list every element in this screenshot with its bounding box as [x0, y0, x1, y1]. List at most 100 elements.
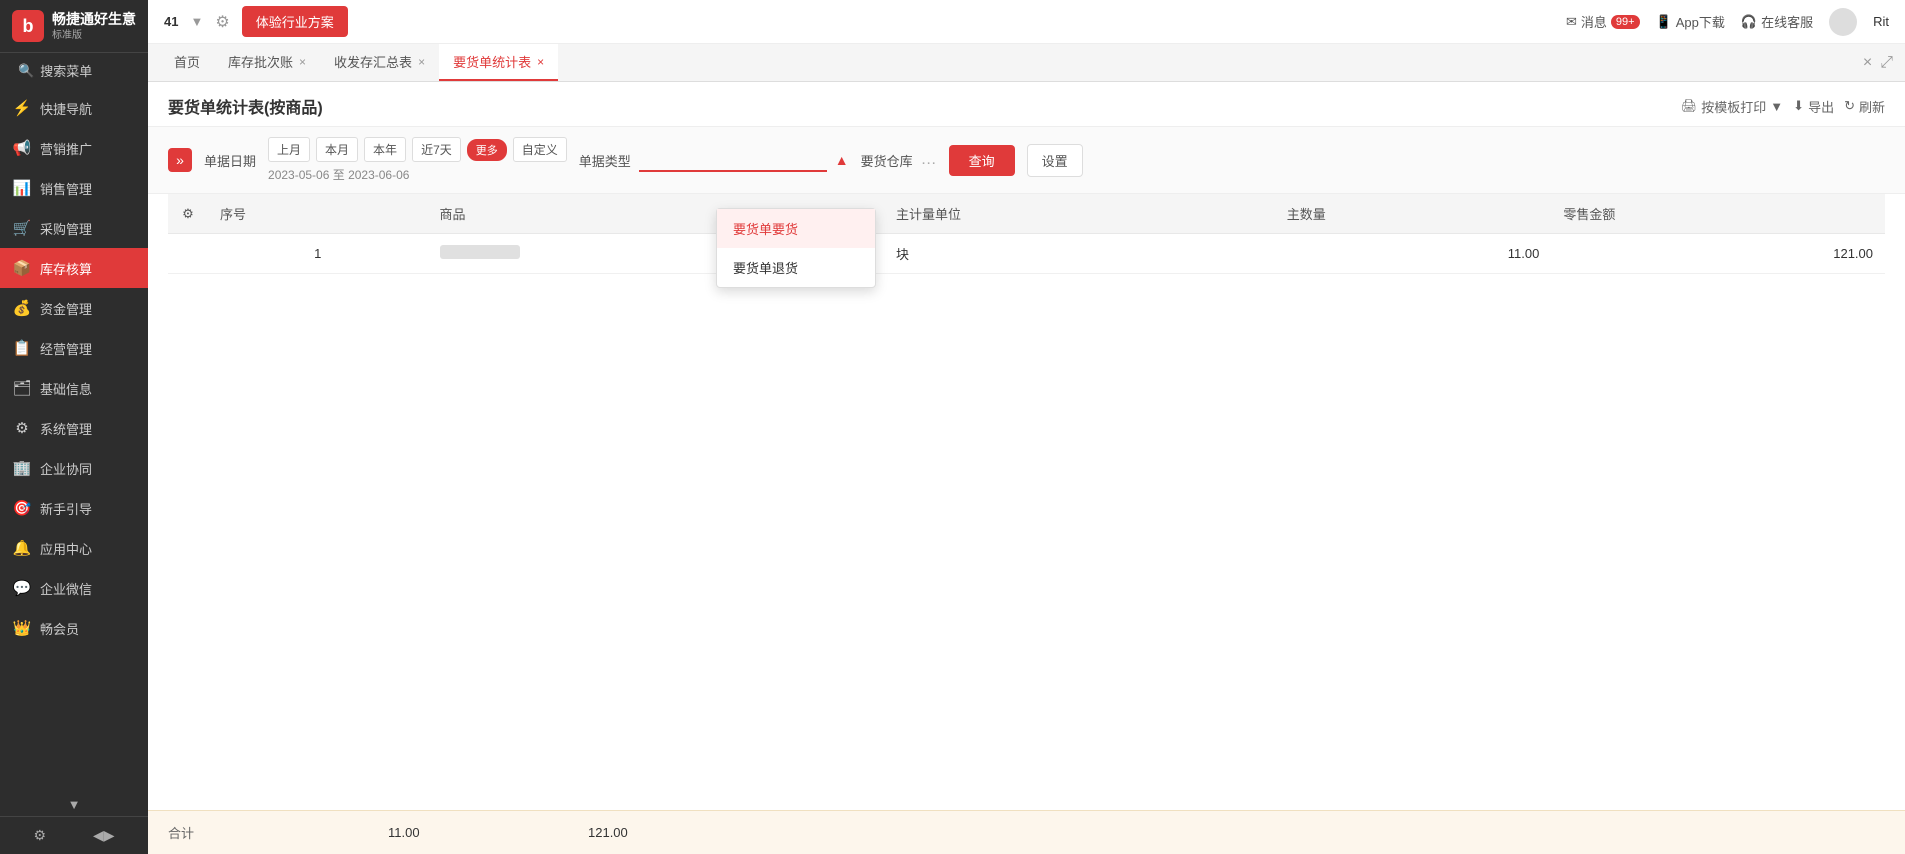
tab-receipt-summary[interactable]: 收发存汇总表 × [320, 44, 439, 81]
basic-icon: 🗂 [12, 378, 32, 398]
settings-button[interactable]: 设置 [1027, 144, 1083, 177]
filter-bar: » 单据日期 上月 本月 本年 近7天 更多 自定义 2023-05-06 至 … [148, 127, 1905, 194]
type-filter-chevron-icon[interactable]: ▲ [835, 152, 849, 168]
sidebar-item-system[interactable]: ⚙ 系统管理 [0, 408, 148, 448]
export-btn[interactable]: ⬇ 导出 [1793, 97, 1834, 116]
topbar-left: 41 ▼ ⚙ 体验行业方案 [164, 6, 348, 37]
messages-btn[interactable]: ✉ 消息 99+ [1566, 12, 1640, 31]
sidebar-item-purchase[interactable]: 🛒 采购管理 [0, 208, 148, 248]
sidebar-item-finance[interactable]: 💰 资金管理 [0, 288, 148, 328]
sidebar-collapse-btn[interactable]: ◀▶ [93, 827, 115, 844]
sidebar-item-operation[interactable]: 📋 经营管理 [0, 328, 148, 368]
filter-expand-btn[interactable]: » [168, 148, 192, 172]
tabbar-controls: × ⤢ [1863, 54, 1893, 72]
cell-quantity: 11.00 [1275, 234, 1552, 274]
app-download-btn[interactable]: 📱 App下载 [1656, 12, 1725, 31]
print-template-btn[interactable]: 🖨 按模板打印 ▼ [1681, 97, 1783, 116]
table-header-row: ⚙ 序号 商品 主计量单位 主数量 零售金额 [168, 194, 1885, 234]
date-btns-row: 上月 本月 本年 近7天 更多 自定义 [268, 137, 567, 162]
refresh-btn[interactable]: ↻ 刷新 [1844, 97, 1885, 116]
tab-inventory-batch[interactable]: 库存批次账 × [214, 44, 320, 81]
tabbar-close-all-icon[interactable]: × [1863, 54, 1872, 72]
sales-icon: 📊 [12, 178, 32, 198]
col-header-unit: 主计量单位 [884, 194, 1275, 234]
cell-settings [168, 234, 208, 274]
trial-button[interactable]: 体验行业方案 [242, 6, 348, 37]
sidebar-item-basic[interactable]: 🗂 基础信息 [0, 368, 148, 408]
tab-close-receipt-summary[interactable]: × [418, 55, 425, 69]
online-service-btn[interactable]: 🎧 在线客服 [1741, 12, 1813, 31]
main-area: 41 ▼ ⚙ 体验行业方案 ✉ 消息 99+ 📱 App下载 🎧 在线客服 Ri… [148, 0, 1905, 854]
query-button[interactable]: 查询 [949, 145, 1015, 176]
tab-home[interactable]: 首页 [160, 44, 214, 81]
date-btn-this-month[interactable]: 本月 [316, 137, 358, 162]
topbar-right: ✉ 消息 99+ 📱 App下载 🎧 在线客服 Rit [1566, 8, 1889, 36]
product-blurred [440, 245, 520, 259]
quick-nav-icon: ⚡ [12, 98, 32, 118]
sidebar-item-quick-nav[interactable]: ⚡ 快捷导航 [0, 88, 148, 128]
refresh-icon: ↻ [1844, 98, 1855, 114]
sidebar-search[interactable]: 🔍 搜索菜单 [0, 53, 148, 88]
warehouse-more-btn[interactable]: … [921, 151, 937, 169]
wechat-icon: 💬 [12, 578, 32, 598]
sidebar-item-member[interactable]: 👑 畅会员 [0, 608, 148, 648]
app-logo-text: 畅捷通好生意 标准版 [52, 10, 136, 41]
col-header-settings[interactable]: ⚙ [168, 194, 208, 234]
finance-icon: 💰 [12, 298, 32, 318]
footer-label: 合计 [168, 823, 388, 842]
type-filter-label: 单据类型 [579, 151, 631, 170]
sidebar: b 畅捷通好生意 标准版 🔍 搜索菜单 ⚡ 快捷导航 📢 营销推广 📊 销售管理… [0, 0, 148, 854]
sidebar-item-enterprise[interactable]: 🏢 企业协同 [0, 448, 148, 488]
tab-close-inventory-batch[interactable]: × [299, 55, 306, 69]
sidebar-item-marketing[interactable]: 📢 营销推广 [0, 128, 148, 168]
sidebar-item-appstore[interactable]: 🔔 应用中心 [0, 528, 148, 568]
sidebar-footer: ⚙ ◀▶ [0, 816, 148, 854]
member-icon: 👑 [12, 618, 32, 638]
sidebar-item-sales[interactable]: 📊 销售管理 [0, 168, 148, 208]
cell-no: 1 [208, 234, 428, 274]
cell-unit: 块 [884, 234, 1275, 274]
dropdown-item-order-return[interactable]: 要货单退货 [717, 248, 875, 287]
tabbar: 首页 库存批次账 × 收发存汇总表 × 要货单统计表 × × ⤢ [148, 44, 1905, 82]
system-icon: ⚙ [12, 418, 32, 438]
inventory-icon: 📦 [12, 258, 32, 278]
sidebar-item-inventory[interactable]: 📦 库存核算 [0, 248, 148, 288]
export-icon: ⬇ [1793, 98, 1804, 114]
phone-icon: 📱 [1656, 14, 1672, 30]
topbar-gear-icon[interactable]: ⚙ [215, 12, 229, 32]
type-filter-input[interactable] [639, 149, 827, 172]
dropdown-item-order-goods[interactable]: 要货单要货 [717, 209, 875, 248]
warehouse-filter-label: 要货仓库 [861, 151, 913, 170]
guide-icon: 🎯 [12, 498, 32, 518]
date-filter-label: 单据日期 [204, 151, 256, 170]
sidebar-item-wechat[interactable]: 💬 企业微信 [0, 568, 148, 608]
sidebar-item-guide[interactable]: 🎯 新手引导 [0, 488, 148, 528]
date-btn-last-7days[interactable]: 近7天 [412, 137, 461, 162]
page-content: 要货单统计表(按商品) 🖨 按模板打印 ▼ ⬇ 导出 ↻ 刷新 » [148, 82, 1905, 854]
topbar: 41 ▼ ⚙ 体验行业方案 ✉ 消息 99+ 📱 App下载 🎧 在线客服 Ri… [148, 0, 1905, 44]
app-logo-icon: b [12, 10, 44, 42]
date-btn-last-month[interactable]: 上月 [268, 137, 310, 162]
table-row: 1 块 11.00 121.00 [168, 234, 1885, 274]
footer-quantity: 11.00 [388, 825, 588, 840]
col-header-no: 序号 [208, 194, 428, 234]
user-avatar[interactable] [1829, 8, 1857, 36]
tabbar-expand-icon[interactable]: ⤢ [1880, 54, 1893, 72]
date-btn-this-year[interactable]: 本年 [364, 137, 406, 162]
footer-amount: 121.00 [588, 825, 668, 840]
print-icon: 🖨 [1681, 98, 1698, 114]
tab-order-stats[interactable]: 要货单统计表 × [439, 44, 558, 81]
purchase-icon: 🛒 [12, 218, 32, 238]
filter-type-section: 单据类型 ▲ [579, 149, 849, 172]
page-title: 要货单统计表(按商品) [168, 94, 323, 118]
date-range-text: 2023-05-06 至 2023-06-06 [268, 166, 567, 183]
sidebar-settings-btn[interactable]: ⚙ [33, 827, 46, 844]
tab-close-order-stats[interactable]: × [537, 55, 544, 69]
sidebar-scroll-down[interactable]: ▼ [0, 793, 148, 816]
date-btn-more[interactable]: 更多 [467, 139, 507, 161]
topbar-chevron-icon[interactable]: ▼ [190, 14, 203, 29]
type-dropdown: 要货单要货 要货单退货 [716, 208, 876, 288]
topbar-number: 41 [164, 14, 178, 29]
date-btn-custom[interactable]: 自定义 [513, 137, 567, 162]
col-header-quantity: 主数量 [1275, 194, 1552, 234]
